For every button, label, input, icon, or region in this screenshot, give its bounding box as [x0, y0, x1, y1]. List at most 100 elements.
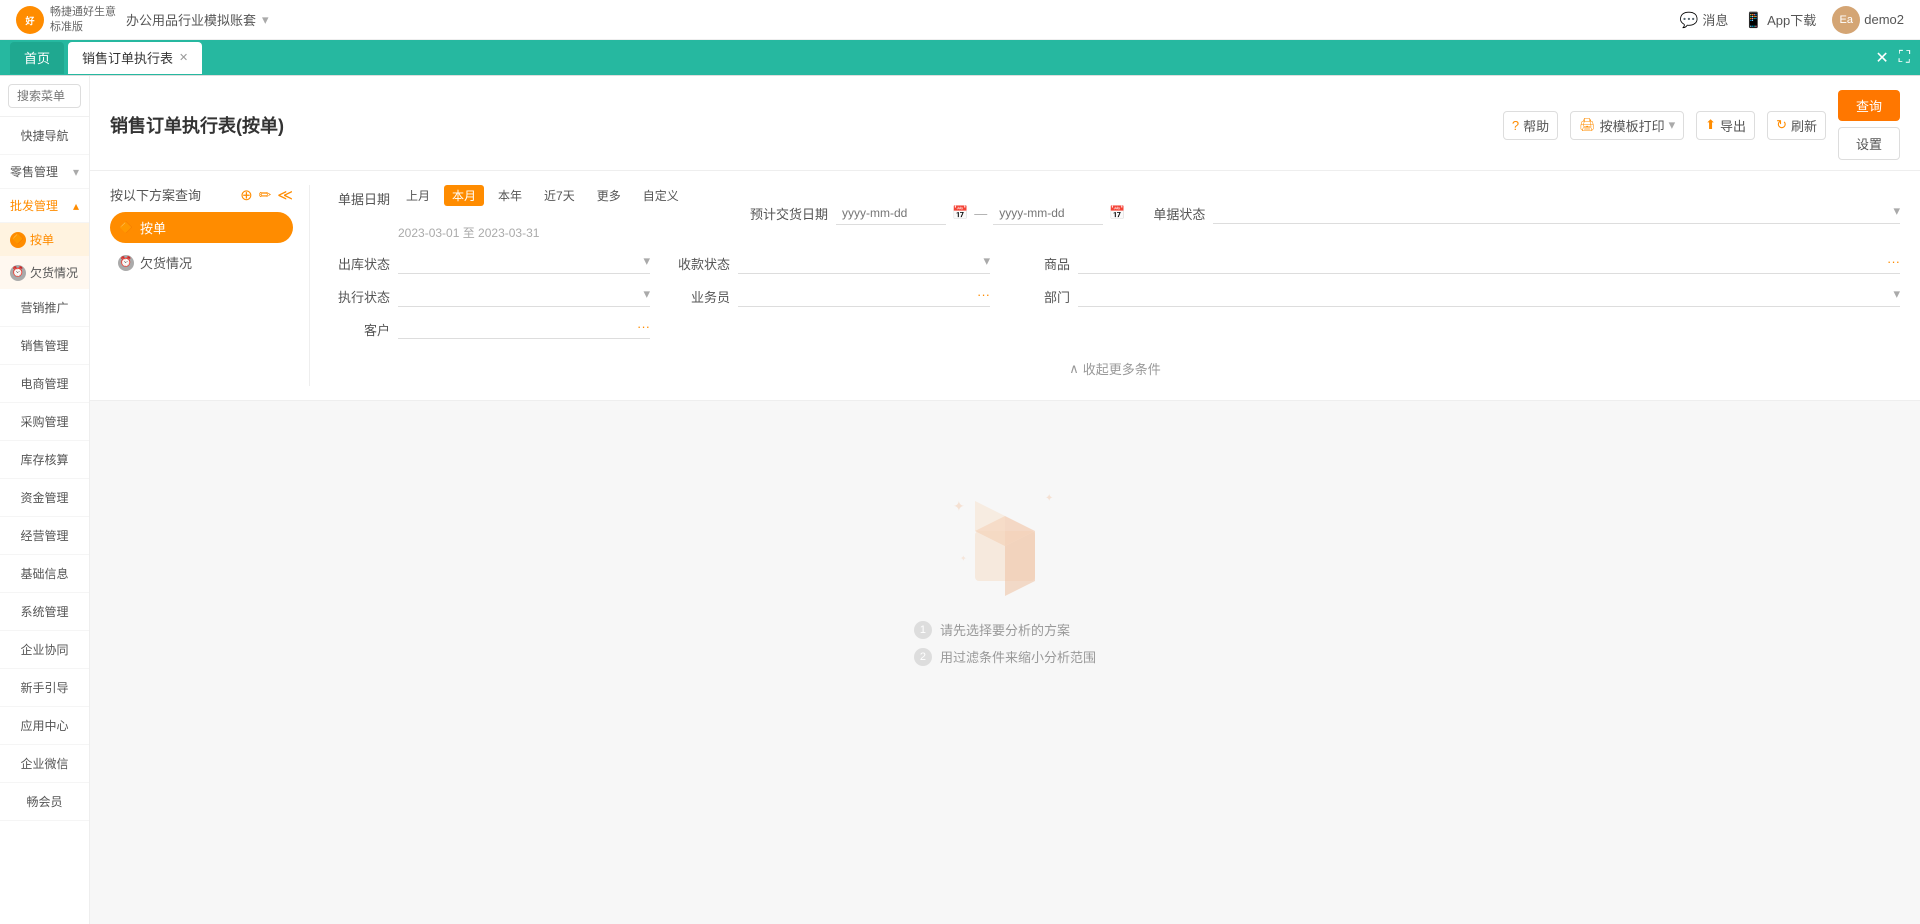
sidebar-item-marketing[interactable]: 营销推广 [0, 289, 89, 327]
filter-row-1: 单据日期 上月 本月 本年 近7天 更多 自定义 2023-03-01 至 20… [330, 185, 1900, 241]
sidebar-item-appcenter[interactable]: 应用中心 [0, 707, 89, 745]
filter-scheme-panel: 按以下方案查询 ⊕ ✏ ≪ 🔶 按单 ⏰ 欠货情况 [110, 185, 310, 386]
app-download-icon: 📱 [1744, 11, 1763, 29]
sidebar-item-retail[interactable]: 零售管理 ▾ [0, 155, 89, 189]
order-status-select[interactable]: ▾ [1213, 203, 1900, 224]
export-button[interactable]: ⬆ 导出 [1696, 111, 1755, 140]
dept-chevron-icon: ▾ [1893, 286, 1900, 302]
sidebar-item-sales[interactable]: 销售管理 [0, 327, 89, 365]
sidebar-item-system[interactable]: 系统管理 [0, 593, 89, 631]
goods-more-button[interactable]: ··· [1887, 254, 1900, 269]
main-actions: 查询 设置 [1838, 90, 1900, 160]
sidebar: 快捷导航 零售管理 ▾ 批发管理 ▴ 🔶 按单 ⏰ 欠货情况 营销推广 [0, 76, 90, 924]
user-area[interactable]: Ea demo2 [1832, 6, 1904, 34]
sidebar-item-finance[interactable]: 资金管理 [0, 479, 89, 517]
collapse-conditions-button[interactable]: ∧ 收起更多条件 [330, 351, 1900, 386]
dept-select[interactable]: ▾ [1078, 286, 1900, 307]
svg-text:好: 好 [24, 15, 34, 26]
sidebar-item-operations[interactable]: 经营管理 [0, 517, 89, 555]
filter-date-field: 单据日期 上月 本月 本年 近7天 更多 自定义 2023-03-01 至 20… [330, 185, 730, 241]
sidebar-item-purchase[interactable]: 采购管理 [0, 403, 89, 441]
exec-status-select[interactable]: ▾ [398, 286, 650, 307]
empty-hints: 1 请先选择要分析的方案 2 用过滤条件来缩小分析范围 [914, 620, 1096, 666]
app-name: 畅捷通好生意 标准版 [50, 5, 116, 34]
user-avatar: Ea [1832, 6, 1860, 34]
date-tag-this-month[interactable]: 本月 [444, 185, 484, 206]
main-layout: 快捷导航 零售管理 ▾ 批发管理 ▴ 🔶 按单 ⏰ 欠货情况 营销推广 [0, 76, 1920, 924]
window-expand-icon[interactable]: ⛶ [1899, 49, 1910, 67]
date-tag-last-month[interactable]: 上月 [398, 185, 438, 206]
expected-delivery-label: 预计交货日期 [750, 204, 828, 223]
edit-scheme-icon[interactable]: ✏ [259, 186, 272, 204]
tab-sales-order[interactable]: 销售订单执行表 ✕ [68, 42, 202, 74]
expected-delivery-to[interactable] [993, 202, 1103, 225]
date-tag-custom[interactable]: 自定义 [635, 185, 687, 206]
sidebar-sub-item-orders[interactable]: 🔶 按单 [0, 223, 89, 256]
add-scheme-icon[interactable]: ⊕ [240, 186, 253, 204]
sidebar-item-member[interactable]: 畅会员 [0, 783, 89, 821]
filter-scheme-title: 按以下方案查询 ⊕ ✏ ≪ [110, 185, 293, 204]
settings-button[interactable]: 设置 [1838, 127, 1900, 160]
breadcrumb: 办公用品行业模拟账套 ▾ [126, 10, 269, 29]
customer-more-button[interactable]: ··· [637, 319, 650, 334]
search-menu-input[interactable] [8, 84, 81, 108]
sidebar-item-collaboration[interactable]: 企业协同 [0, 631, 89, 669]
filter-pay-status-field: 收款状态 ▾ [670, 253, 990, 274]
svg-text:✦: ✦ [1045, 493, 1053, 504]
order-status-chevron-icon: ▾ [1893, 203, 1900, 219]
pay-status-select[interactable]: ▾ [738, 253, 990, 274]
salesperson-more-button[interactable]: ··· [977, 287, 990, 302]
sidebar-item-ecommerce[interactable]: 电商管理 [0, 365, 89, 403]
message-button[interactable]: 💬 消息 [1680, 10, 1729, 29]
scheme-item-欠货情况[interactable]: ⏰ 欠货情况 [110, 247, 293, 278]
app-download-button[interactable]: 📱 App下载 [1744, 10, 1816, 29]
salesperson-label: 业务员 [670, 287, 730, 306]
scheme-item-按单[interactable]: 🔶 按单 [110, 212, 293, 243]
print-chevron-icon: ▾ [1669, 117, 1676, 133]
tab-close-icon[interactable]: ✕ [179, 51, 188, 64]
collapse-scheme-icon[interactable]: ≪ [277, 186, 293, 204]
date-tag-this-year[interactable]: 本年 [490, 185, 530, 206]
sidebar-search-area [0, 76, 89, 117]
message-icon: 💬 [1680, 11, 1699, 29]
expected-delivery-from[interactable] [836, 202, 946, 225]
scheme-dot-orders: 🔶 [118, 220, 134, 236]
query-button[interactable]: 查询 [1838, 90, 1900, 121]
help-icon: ? [1512, 118, 1519, 133]
dept-label: 部门 [1010, 287, 1070, 306]
scheme-dot-backorder: ⏰ [118, 255, 134, 271]
window-close-icon[interactable]: ✕ [1875, 48, 1888, 68]
expected-delivery-range: 📅 — 📅 [836, 202, 1125, 225]
page-actions: ? 帮助 🖨 按模板打印 ▾ ⬆ 导出 ↻ 刷新 查询 [1503, 90, 1900, 160]
sidebar-item-basic-info[interactable]: 基础信息 [0, 555, 89, 593]
print-button[interactable]: 🖨 按模板打印 ▾ [1570, 111, 1684, 140]
customer-label: 客户 [330, 320, 390, 339]
sidebar-item-wholesale[interactable]: 批发管理 ▴ [0, 189, 89, 223]
sidebar-item-inventory[interactable]: 库存核算 [0, 441, 89, 479]
tab-home[interactable]: 首页 [10, 42, 64, 74]
content-area: 销售订单执行表(按单) ? 帮助 🖨 按模板打印 ▾ ⬆ 导出 ↻ 刷新 [90, 76, 1920, 924]
filter-panel: 按以下方案查询 ⊕ ✏ ≪ 🔶 按单 ⏰ 欠货情况 [90, 171, 1920, 401]
sidebar-item-newuser[interactable]: 新手引导 [0, 669, 89, 707]
date-tag-more[interactable]: 更多 [589, 185, 629, 206]
out-status-chevron-icon: ▾ [643, 253, 650, 269]
refresh-icon: ↻ [1776, 117, 1787, 133]
out-status-select[interactable]: ▾ [398, 253, 650, 274]
logo-area: 好 畅捷通好生意 标准版 [16, 5, 116, 34]
sidebar-item-enterprise-wechat[interactable]: 企业微信 [0, 745, 89, 783]
date-calendar-icon-to[interactable]: 📅 [1109, 205, 1125, 221]
app-logo-icon: 好 [16, 6, 44, 34]
refresh-button[interactable]: ↻ 刷新 [1767, 111, 1826, 140]
sidebar-item-quick-nav[interactable]: 快捷导航 [0, 117, 89, 155]
filter-row-3: 执行状态 ▾ 业务员 ··· 部门 [330, 286, 1900, 307]
filter-order-status-field: 单据状态 ▾ [1145, 203, 1900, 224]
sidebar-sub-item-backorder[interactable]: ⏰ 欠货情况 [0, 256, 89, 289]
filter-out-status-field: 出库状态 ▾ [330, 253, 650, 274]
filter-exec-status-field: 执行状态 ▾ [330, 286, 650, 307]
header-right: 💬 消息 📱 App下载 Ea demo2 [1680, 6, 1904, 34]
date-calendar-icon-from[interactable]: 📅 [952, 205, 968, 221]
filter-row-2: 出库状态 ▾ 收款状态 ▾ 商品 [330, 253, 1900, 274]
top-header: 好 畅捷通好生意 标准版 办公用品行业模拟账套 ▾ 💬 消息 📱 App下载 E… [0, 0, 1920, 40]
help-button[interactable]: ? 帮助 [1503, 111, 1558, 140]
date-tag-7days[interactable]: 近7天 [536, 185, 583, 206]
